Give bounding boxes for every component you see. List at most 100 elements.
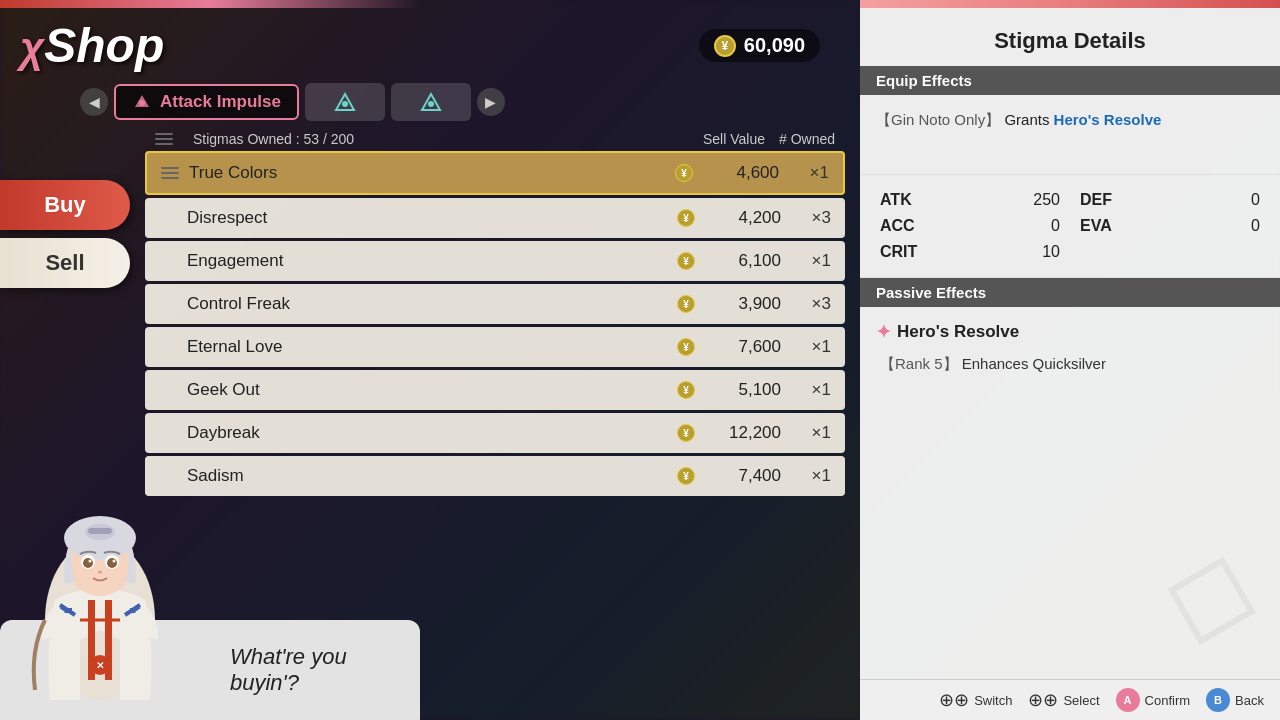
stat-row-eva: EVA 0	[1080, 217, 1260, 235]
item-list: True Colors¥4,600×1Disrespect¥4,200×3Eng…	[145, 151, 845, 496]
item-owned: ×1	[781, 466, 831, 486]
panel-top-accent	[860, 0, 1280, 8]
buy-button[interactable]: Buy	[0, 180, 130, 230]
item-row[interactable]: Control Freak¥3,900×3	[145, 284, 845, 324]
stats-grid: ATK 250 DEF 0 ACC 0 EVA 0 CRIT 10	[860, 175, 1280, 278]
svg-point-20	[113, 560, 116, 563]
def-label: DEF	[1080, 191, 1130, 209]
filter-slot-1[interactable]	[305, 83, 385, 121]
confirm-label: Confirm	[1145, 693, 1191, 708]
equip-text-link: Hero's Resolve	[1054, 111, 1162, 128]
eva-value: 0	[1130, 217, 1260, 235]
acc-value: 0	[930, 217, 1060, 235]
atk-value: 250	[930, 191, 1060, 209]
item-price: 4,200	[701, 208, 781, 228]
item-owned: ×1	[781, 380, 831, 400]
equip-text-main: Grants	[1004, 111, 1053, 128]
item-price: 5,100	[701, 380, 781, 400]
acc-label: ACC	[880, 217, 930, 235]
sell-button[interactable]: Sell	[0, 238, 130, 288]
right-panel: Stigma Details Equip Effects 【Gin Noto O…	[860, 0, 1280, 720]
select-label: Select	[1063, 693, 1099, 708]
filter-slot-2[interactable]	[391, 83, 471, 121]
filter-arrow-left[interactable]: ◀	[80, 88, 108, 116]
sell-icon: ¥	[675, 164, 693, 182]
ctrl-switch: ⊕⊕ Switch	[939, 689, 1012, 711]
item-owned: ×3	[781, 294, 831, 314]
sell-value-header: Sell Value	[665, 131, 765, 147]
filter-active-item[interactable]: Attack Impulse	[114, 84, 299, 120]
equip-effects-content: 【Gin Noto Only】 Grants Hero's Resolve	[860, 95, 1280, 175]
item-name: True Colors	[189, 163, 675, 183]
ctrl-back: B Back	[1206, 688, 1264, 712]
svg-point-18	[107, 558, 117, 568]
passive-ability: ✦ Hero's Resolve	[876, 321, 1264, 343]
item-name: Eternal Love	[187, 337, 677, 357]
dialog-text: What're you buyin'?	[230, 644, 395, 696]
item-row[interactable]: Eternal Love¥7,600×1	[145, 327, 845, 367]
item-price: 6,100	[701, 251, 781, 271]
dpad-switch-icon: ⊕⊕	[939, 689, 969, 711]
stat-row-def: DEF 0	[1080, 191, 1260, 209]
sell-icon: ¥	[677, 252, 695, 270]
filter-arrow-right[interactable]: ▶	[477, 88, 505, 116]
confirm-btn-icon: A	[1116, 688, 1140, 712]
shop-title-chi: χ	[20, 24, 44, 71]
sell-icon: ¥	[677, 209, 695, 227]
item-row[interactable]: Geek Out¥5,100×1	[145, 370, 845, 410]
atk-label: ATK	[880, 191, 930, 209]
item-price: 12,200	[701, 423, 781, 443]
crit-value: 10	[930, 243, 1060, 261]
list-icon-header	[155, 133, 173, 145]
passive-ability-name: Hero's Resolve	[897, 322, 1019, 342]
stat-row-atk: ATK 250	[880, 191, 1060, 209]
character-svg: ✕	[0, 420, 200, 710]
item-row[interactable]: Disrespect¥4,200×3	[145, 198, 845, 238]
item-row[interactable]: True Colors¥4,600×1	[145, 151, 845, 195]
item-row[interactable]: Daybreak¥12,200×1	[145, 413, 845, 453]
currency-amount: 60,090	[744, 34, 805, 57]
svg-point-21	[98, 571, 102, 574]
sell-icon: ¥	[677, 381, 695, 399]
def-value: 0	[1130, 191, 1260, 209]
svg-text:✕: ✕	[96, 660, 104, 671]
item-row[interactable]: Sadism¥7,400×1	[145, 456, 845, 496]
item-price: 4,600	[699, 163, 779, 183]
filter-label: Attack Impulse	[160, 92, 281, 112]
item-name: Control Freak	[187, 294, 677, 314]
ctrl-select: ⊕⊕ Select	[1028, 689, 1099, 711]
back-label: Back	[1235, 693, 1264, 708]
currency-icon: ¥	[714, 35, 736, 57]
passive-bracket: 【Rank 5】	[880, 355, 958, 372]
ctrl-confirm: A Confirm	[1116, 688, 1191, 712]
stat-row-crit: CRIT 10	[880, 243, 1060, 261]
equip-bracket: 【Gin Noto Only】	[876, 111, 1000, 128]
item-name: Daybreak	[187, 423, 677, 443]
bottom-bar: ⊕⊕ Switch ⊕⊕ Select A Confirm B Back	[860, 679, 1280, 720]
svg-point-19	[89, 560, 92, 563]
list-icon	[161, 167, 179, 179]
item-owned: ×1	[781, 423, 831, 443]
item-row[interactable]: Engagement¥6,100×1	[145, 241, 845, 281]
item-owned: ×1	[781, 337, 831, 357]
equip-effects-header: Equip Effects	[860, 66, 1280, 95]
shop-title-text: Shop	[44, 19, 164, 72]
passive-effects-header: Passive Effects	[860, 278, 1280, 307]
ability-star-icon: ✦	[876, 321, 891, 343]
svg-point-2	[342, 101, 348, 107]
stigmas-owned-label: Stigmas Owned : 53 / 200	[193, 131, 655, 147]
action-buttons: Buy Sell	[0, 180, 130, 288]
item-owned: ×3	[781, 208, 831, 228]
shop-title: χShop	[20, 18, 164, 73]
passive-description: 【Rank 5】 Enhances Quicksilver	[876, 353, 1264, 376]
filter-icon-left	[132, 92, 152, 112]
eva-label: EVA	[1080, 217, 1130, 235]
item-price: 7,600	[701, 337, 781, 357]
passive-desc-main: Enhances Quicksilver	[962, 355, 1106, 372]
stat-row-acc: ACC 0	[880, 217, 1060, 235]
character: ✕	[0, 420, 230, 720]
crit-label: CRIT	[880, 243, 930, 261]
currency-display: ¥ 60,090	[699, 29, 820, 62]
item-owned: ×1	[779, 163, 829, 183]
svg-point-17	[83, 558, 93, 568]
